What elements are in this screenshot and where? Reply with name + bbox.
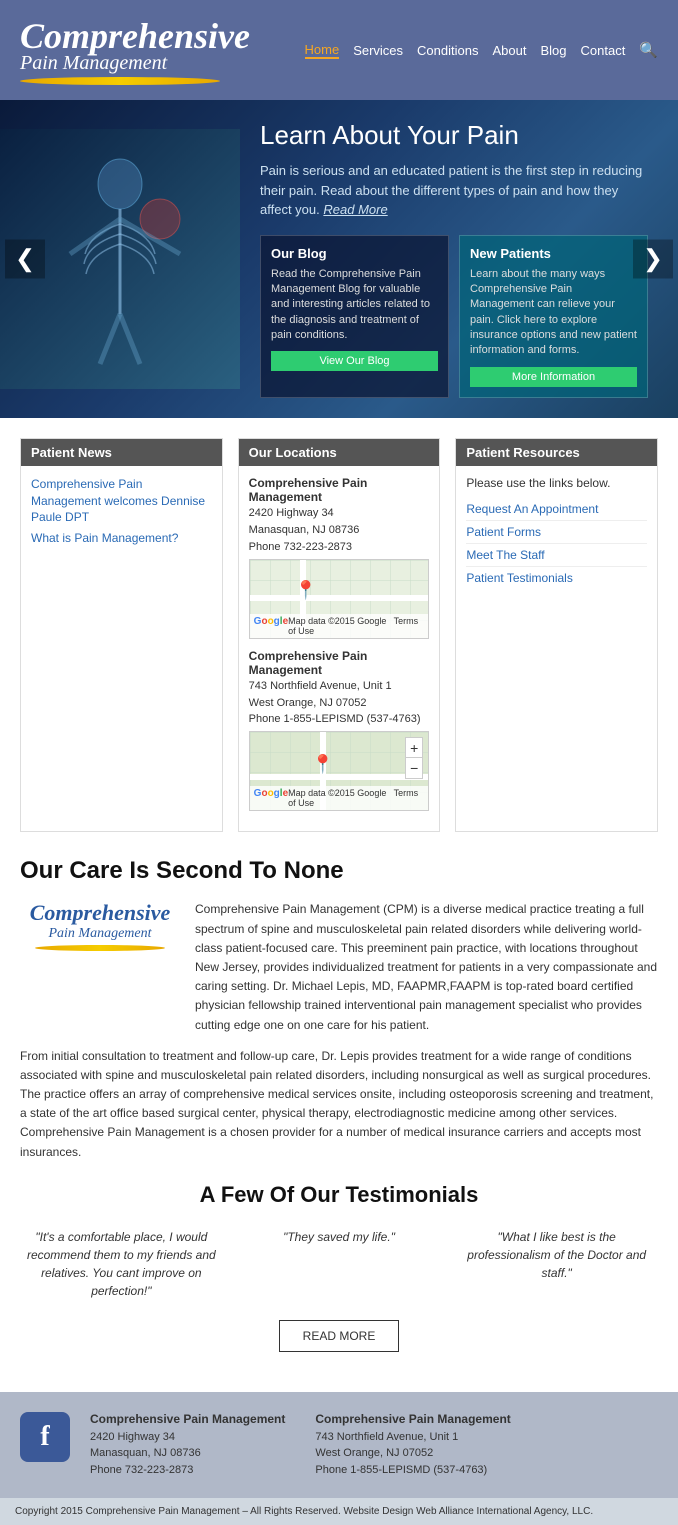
about-logo-main: Comprehensive — [20, 900, 180, 926]
nav-services[interactable]: Services — [353, 43, 403, 58]
nav-conditions[interactable]: Conditions — [417, 43, 478, 58]
nav-about[interactable]: About — [492, 43, 526, 58]
logo-main-text: Comprehensive — [20, 15, 250, 57]
about-title: Our Care Is Second To None — [20, 857, 658, 885]
read-more-button[interactable]: READ MORE — [279, 1320, 399, 1352]
testimonials-title: A Few Of Our Testimonials — [20, 1182, 658, 1208]
testimonials-grid: "It's a comfortable place, I would recom… — [20, 1228, 658, 1300]
location-1-addr1: 2420 Highway 34 — [249, 506, 430, 521]
patient-resources-header: Patient Resources — [456, 439, 657, 466]
resources-desc: Please use the links below. — [466, 476, 647, 490]
footer-loc1-addr1: 2420 Highway 34 — [90, 1431, 175, 1443]
footer-loc1-name: Comprehensive Pain Management — [90, 1412, 285, 1426]
location-1-addr2: Manasquan, NJ 08736 — [249, 523, 430, 538]
location-1-map: 📍 Google Map data ©2015 Google Terms of … — [249, 559, 430, 639]
resource-link-forms[interactable]: Patient Forms — [466, 521, 647, 544]
facebook-icon[interactable]: f — [20, 1412, 70, 1462]
locations-box: Our Locations Comprehensive Pain Managem… — [238, 438, 441, 833]
about-section: Our Care Is Second To None Comprehensive… — [20, 857, 658, 1161]
main-content: Patient News Comprehensive Pain Manageme… — [0, 418, 678, 1392]
blog-card-text: Read the Comprehensive Pain Management B… — [271, 267, 438, 344]
location-1-phone: Phone 732-223-2873 — [249, 541, 430, 553]
new-patients-card: New Patients Learn about the many ways C… — [459, 235, 648, 398]
hero-cards: Our Blog Read the Comprehensive Pain Man… — [260, 235, 648, 398]
about-body-1: Comprehensive Pain Management (CPM) is a… — [195, 900, 658, 1034]
testimonials-section: A Few Of Our Testimonials "It's a comfor… — [20, 1182, 658, 1352]
hero-body-illustration — [30, 144, 210, 374]
about-logo: Comprehensive Pain Management — [20, 900, 180, 1034]
location-2-name: Comprehensive Pain Management — [249, 649, 430, 677]
location-2-phone: Phone 1-855-LEPISMD (537-4763) — [249, 713, 430, 725]
blog-card-title: Our Blog — [271, 246, 438, 261]
patient-resources-body: Please use the links below. Request An A… — [456, 466, 657, 599]
testimonial-2: "They saved my life." — [238, 1228, 441, 1300]
testimonial-1: "It's a comfortable place, I would recom… — [20, 1228, 223, 1300]
copyright-text: Copyright 2015 Comprehensive Pain Manage… — [15, 1506, 593, 1517]
resource-link-testimonials[interactable]: Patient Testimonials — [466, 567, 647, 589]
nav-blog[interactable]: Blog — [540, 43, 566, 58]
google-logo-1: Google — [254, 616, 288, 636]
footer-loc2-addr1: 743 Northfield Avenue, Unit 1 — [315, 1431, 458, 1443]
hero-prev-arrow[interactable]: ❮ — [5, 239, 45, 278]
more-information-button[interactable]: More Information — [470, 367, 637, 387]
patient-news-link-2[interactable]: What is Pain Management? — [31, 531, 212, 545]
hero-text: Pain is serious and an educated patient … — [260, 161, 648, 220]
logo: Comprehensive Pain Management — [20, 15, 250, 85]
site-footer: f Comprehensive Pain Management 2420 Hig… — [0, 1392, 678, 1499]
patient-news-header: Patient News — [21, 439, 222, 466]
nav-contact[interactable]: Contact — [581, 43, 626, 58]
location-1-name: Comprehensive Pain Management — [249, 476, 430, 504]
hero-title: Learn About Your Pain — [260, 120, 648, 151]
patient-resources-box: Patient Resources Please use the links b… — [455, 438, 658, 833]
info-columns: Patient News Comprehensive Pain Manageme… — [20, 438, 658, 833]
hero-section: ❮ Learn About Your Pain Pain — [0, 100, 678, 418]
patient-news-link-1[interactable]: Comprehensive Pain Management welcomes D… — [31, 476, 212, 526]
footer-loc1-phone: Phone 732-223-2873 — [90, 1464, 193, 1476]
hero-read-more-link[interactable]: Read More — [323, 202, 387, 217]
new-patients-card-text: Learn about the many ways Comprehensive … — [470, 267, 637, 359]
map-zoom-out[interactable]: − — [405, 757, 423, 779]
location-2-addr2: West Orange, NJ 07052 — [249, 696, 430, 711]
footer-loc2-name: Comprehensive Pain Management — [315, 1412, 510, 1426]
footer-loc2-phone: Phone 1-855-LEPISMD (537-4763) — [315, 1464, 487, 1476]
footer-loc2-addr2: West Orange, NJ 07052 — [315, 1447, 433, 1459]
location-2-addr1: 743 Northfield Avenue, Unit 1 — [249, 679, 430, 694]
location-2-map: 📍 + − Google Map data ©2015 Google Terms… — [249, 731, 430, 811]
view-blog-button[interactable]: View Our Blog — [271, 351, 438, 371]
footer-loc1-addr2: Manasquan, NJ 08736 — [90, 1447, 201, 1459]
footer-locations: Comprehensive Pain Management 2420 Highw… — [90, 1412, 658, 1479]
resource-link-appointment[interactable]: Request An Appointment — [466, 498, 647, 521]
footer-location-2: Comprehensive Pain Management 743 Northf… — [315, 1412, 510, 1479]
locations-header: Our Locations — [239, 439, 440, 466]
patient-news-box: Patient News Comprehensive Pain Manageme… — [20, 438, 223, 833]
about-logo-swoosh — [35, 945, 165, 951]
new-patients-card-title: New Patients — [470, 246, 637, 261]
google-logo-2: Google — [254, 788, 288, 808]
testimonial-3: "What I like best is the professionalism… — [455, 1228, 658, 1300]
copyright-bar: Copyright 2015 Comprehensive Pain Manage… — [0, 1498, 678, 1525]
about-inner: Comprehensive Pain Management Comprehens… — [20, 900, 658, 1034]
hero-content: Learn About Your Pain Pain is serious an… — [240, 100, 678, 418]
logo-swoosh — [20, 77, 220, 85]
resource-link-staff[interactable]: Meet The Staff — [466, 544, 647, 567]
map-copyright-1: Map data ©2015 Google Terms of Use — [288, 616, 424, 636]
main-nav: Home Services Conditions About Blog Cont… — [305, 41, 659, 59]
footer-location-1: Comprehensive Pain Management 2420 Highw… — [90, 1412, 285, 1479]
patient-news-body: Comprehensive Pain Management welcomes D… — [21, 466, 222, 555]
locations-body: Comprehensive Pain Management 2420 Highw… — [239, 466, 440, 832]
about-body-2: From initial consultation to treatment a… — [20, 1047, 658, 1162]
about-logo-sub: Pain Management — [20, 926, 180, 942]
search-icon[interactable]: 🔍 — [639, 41, 658, 59]
map-zoom-in[interactable]: + — [405, 737, 423, 759]
map-copyright-2: Map data ©2015 Google Terms of Use — [288, 788, 424, 808]
blog-card: Our Blog Read the Comprehensive Pain Man… — [260, 235, 449, 398]
site-header: Comprehensive Pain Management Home Servi… — [0, 0, 678, 100]
nav-home[interactable]: Home — [305, 42, 340, 59]
hero-next-arrow[interactable]: ❯ — [633, 239, 673, 278]
